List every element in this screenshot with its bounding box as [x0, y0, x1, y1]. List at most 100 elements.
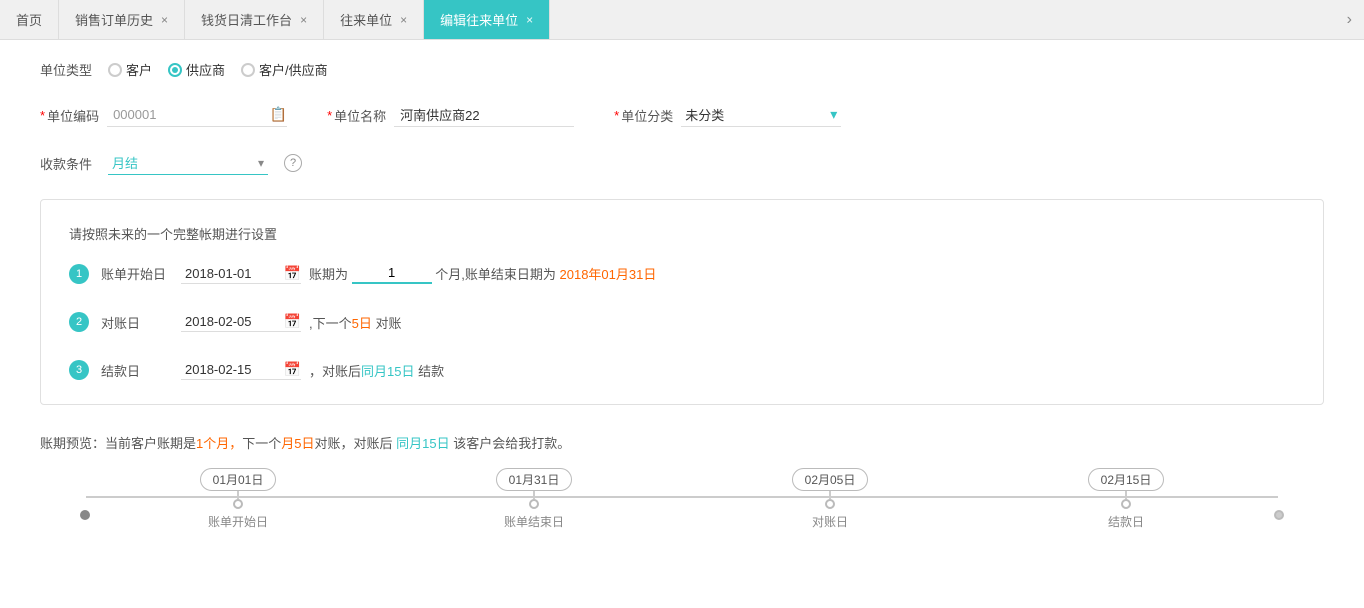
payment-value: 月结 [112, 153, 258, 172]
period-day-2: 5日 [352, 316, 372, 331]
calendar-icon-1[interactable]: 📅 [284, 265, 301, 282]
tab-partners[interactable]: 往来单位 × [324, 0, 424, 39]
preview-pay: 同月15日 [396, 436, 449, 451]
timeline-connector-1 [237, 491, 239, 499]
unit-classify-label: 单位分类 [621, 106, 673, 125]
unit-classify-value: 未分类 [685, 105, 830, 124]
period-row-3: 3 结款日 📅 ，对账后同月15日 结款 [69, 360, 1295, 380]
timeline-label-3: 对账日 [812, 513, 848, 530]
radio-both[interactable]: 客户/供应商 [241, 60, 328, 79]
radio-supplier[interactable]: 供应商 [168, 60, 225, 79]
tab-partners-close[interactable]: × [400, 14, 407, 26]
tab-bar: 首页 销售订单历史 × 钱货日清工作台 × 往来单位 × 编辑往来单位 × › [0, 0, 1364, 40]
tab-edit-partner[interactable]: 编辑往来单位 × [424, 0, 550, 39]
timeline-label-4: 结款日 [1108, 513, 1144, 530]
unit-code-star: * [40, 108, 45, 123]
period-desc-suffix-1: 个月,账单结束日期为 2018年01月31日 [432, 264, 657, 283]
main-content: 单位类型 客户 供应商 客户/供应商 * 单位编码 📋 [0, 40, 1364, 608]
unit-classify-star: * [614, 108, 619, 123]
period-desc-prefix-2: ,下一个 [309, 316, 352, 331]
timeline-start-dot [80, 478, 90, 520]
payment-dropdown[interactable]: 月结 ▾ [108, 151, 268, 175]
period-section: 请按照未来的一个完整帐期进行设置 1 账单开始日 📅 账期为 个月,账单结束日期… [40, 199, 1324, 405]
unit-code-copy-icon[interactable]: 📋 [270, 106, 287, 123]
tab-sales-label: 销售订单历史 [75, 10, 153, 29]
date-input-3[interactable] [181, 360, 284, 379]
timeline-label-2: 账单结束日 [504, 513, 564, 530]
timeline-badge-3: 02月05日 [792, 468, 869, 491]
period-end-date: 2018年01月31日 [560, 267, 657, 282]
radio-customer[interactable]: 客户 [108, 60, 152, 79]
period-num-2: 2 [69, 312, 89, 332]
unit-code-group: * 单位编码 📋 [40, 103, 287, 127]
period-months-input[interactable] [352, 263, 432, 284]
calendar-icon-2[interactable]: 📅 [284, 313, 301, 330]
timeline-end-circle [1274, 510, 1284, 520]
radio-customer-label: 客户 [126, 60, 152, 79]
period-suffix-text: 个月,账单结束日期为 [435, 267, 556, 282]
tab-more-button[interactable]: › [1335, 0, 1364, 39]
section-title: 请按照未来的一个完整帐期进行设置 [69, 224, 1295, 243]
unit-code-input[interactable] [107, 103, 270, 126]
period-desc-2: ,下一个5日 对账 [309, 313, 402, 332]
period-field-label-1: 账单开始日 [101, 264, 181, 283]
payment-row: 收款条件 月结 ▾ ? [40, 151, 1324, 175]
tab-cash-work[interactable]: 钱货日清工作台 × [185, 0, 324, 39]
radio-both-circle [241, 63, 255, 77]
period-suffix-3: 结款 [418, 364, 444, 379]
timeline-dot-2 [529, 499, 539, 509]
period-suffix-2: 对账 [375, 316, 401, 331]
tab-sales-close[interactable]: × [161, 14, 168, 26]
preview-prefix: 账期预览：当前客户账期是 [40, 436, 196, 451]
timeline-label-1: 账单开始日 [208, 513, 268, 530]
radio-supplier-circle [168, 63, 182, 77]
timeline: 01月01日 账单开始日 01月31日 账单结束日 02月05日 对账日 [80, 468, 1284, 530]
radio-both-label: 客户/供应商 [259, 60, 328, 79]
unit-type-label: 单位类型 [40, 60, 92, 79]
timeline-badge-4: 02月15日 [1088, 468, 1165, 491]
calendar-icon-3[interactable]: 📅 [284, 361, 301, 378]
unit-code-label: 单位编码 [47, 106, 99, 125]
radio-supplier-label: 供应商 [186, 60, 225, 79]
unit-classify-chevron-icon: ▾ [830, 106, 837, 123]
preview-period: 1个月， [196, 436, 242, 451]
tab-cash-close[interactable]: × [300, 14, 307, 26]
timeline-connector-2 [533, 491, 535, 499]
timeline-connector-3 [829, 491, 831, 499]
tab-cash-label: 钱货日清工作台 [201, 10, 292, 29]
preview-middle: 下一个 [242, 436, 281, 451]
timeline-node-1: 01月01日 账单开始日 [90, 468, 386, 530]
unit-classify-group: * 单位分类 未分类 ▾ [614, 103, 841, 127]
date-input-1[interactable] [181, 264, 284, 283]
period-day-3: 同月15日 [361, 364, 414, 379]
unit-code-input-wrap: 📋 [107, 103, 287, 127]
payment-help-icon[interactable]: ? [284, 154, 302, 172]
period-num-1: 1 [69, 264, 89, 284]
timeline-node-2: 01月31日 账单结束日 [386, 468, 682, 530]
unit-type-radio-group: 客户 供应商 客户/供应商 [108, 60, 328, 79]
payment-chevron-icon: ▾ [258, 156, 264, 170]
tab-home-label: 首页 [16, 10, 42, 29]
timeline-dot-1 [233, 499, 243, 509]
unit-name-star: * [327, 108, 332, 123]
period-desc-1: 账期为 [309, 264, 352, 283]
unit-info-row: * 单位编码 📋 * 单位名称 * 单位分类 未分类 ▾ [40, 103, 1324, 127]
tab-sales-history[interactable]: 销售订单历史 × [59, 0, 185, 39]
timeline-connector-4 [1125, 491, 1127, 499]
timeline-dot-3 [825, 499, 835, 509]
unit-name-input[interactable] [394, 103, 574, 127]
payment-label: 收款条件 [40, 154, 92, 173]
period-row-1: 1 账单开始日 📅 账期为 个月,账单结束日期为 2018年01月31日 [69, 263, 1295, 284]
preview-after-reconcile: 对账，对账后 [315, 436, 393, 451]
period-desc-3: ，对账后同月15日 结款 [309, 361, 444, 380]
radio-customer-circle [108, 63, 122, 77]
period-row-2: 2 对账日 📅 ,下一个5日 对账 [69, 312, 1295, 332]
unit-classify-dropdown[interactable]: 未分类 ▾ [681, 103, 841, 127]
tab-edit-close[interactable]: × [526, 14, 533, 26]
timeline-end-dot [1274, 478, 1284, 520]
date-input-2[interactable] [181, 312, 284, 331]
tab-home[interactable]: 首页 [0, 0, 59, 39]
timeline-container: 01月01日 账单开始日 01月31日 账单结束日 02月05日 对账日 [40, 468, 1324, 530]
period-field-label-3: 结款日 [101, 361, 181, 380]
preview-day: 月5日 [281, 436, 314, 451]
